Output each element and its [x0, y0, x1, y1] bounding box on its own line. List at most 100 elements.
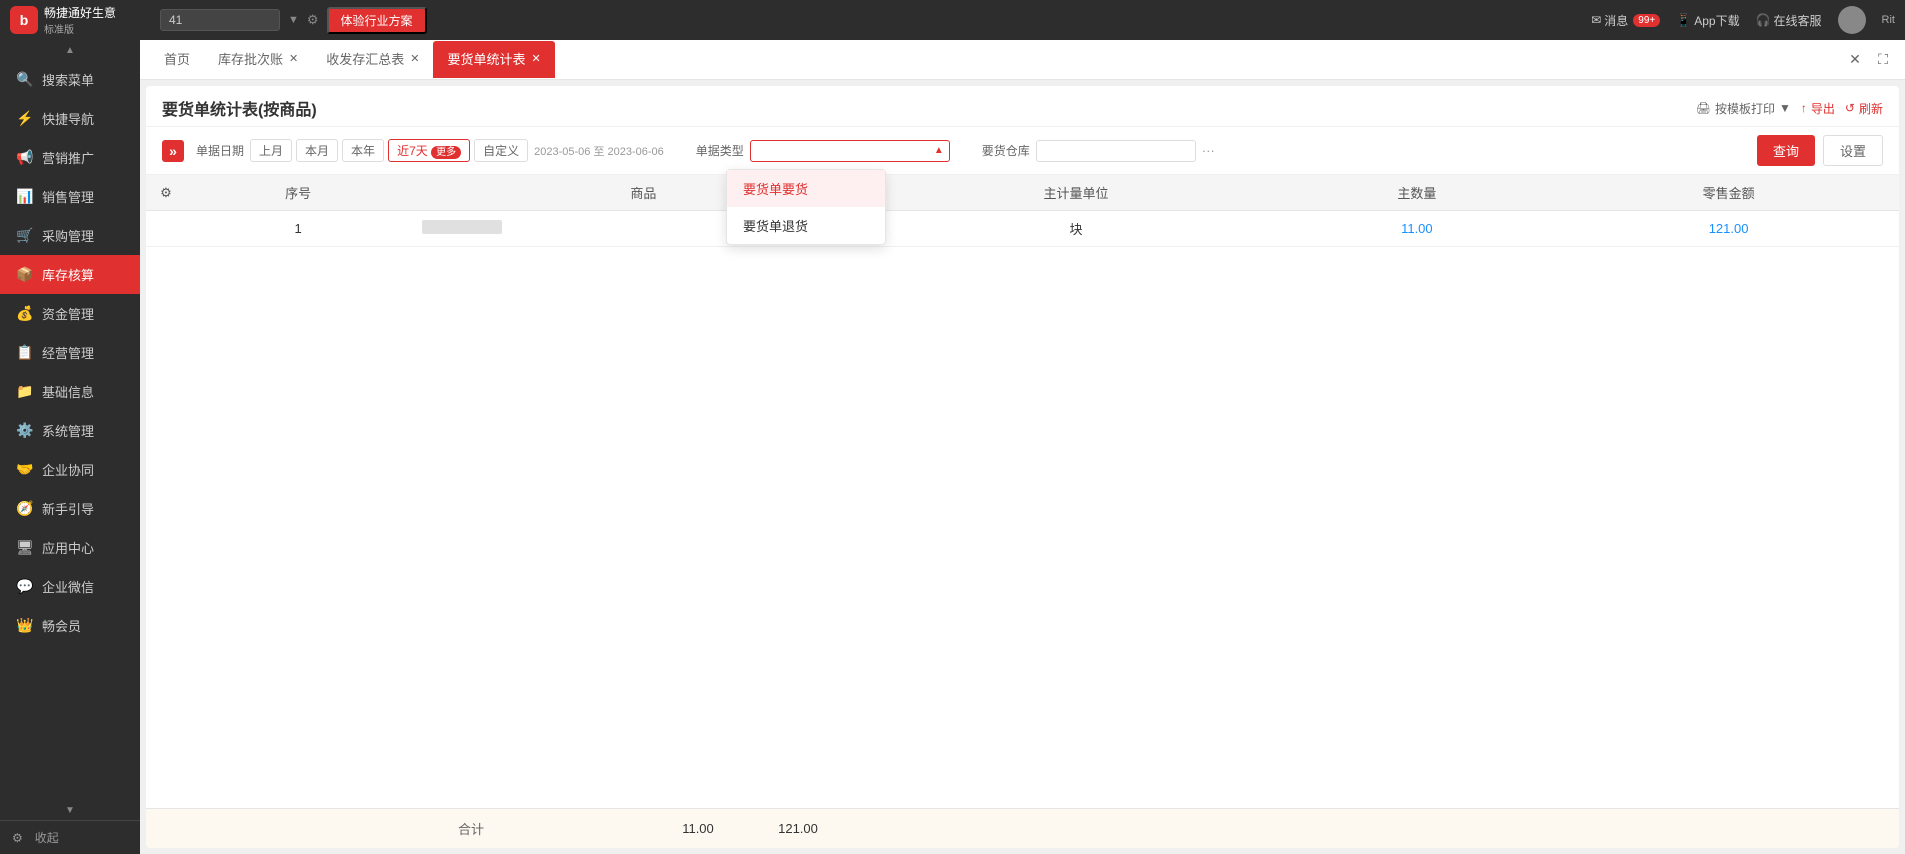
date-btn-this-year[interactable]: 本年 — [342, 139, 384, 162]
date-filter-group: 单据日期 上月 本月 本年 近7天 更多 自定义 2023-05-06 至 20… — [196, 139, 664, 162]
app-download-btn[interactable]: 📱 App下载 — [1676, 12, 1739, 29]
sidebar-item-guide[interactable]: 🧭 新手引导 — [0, 489, 140, 528]
app-logo: b 畅捷通好生意 标准版 — [10, 4, 150, 36]
filter-actions: 查询 设置 — [1757, 135, 1883, 166]
sidebar-item-wechat[interactable]: 💬 企业微信 — [0, 567, 140, 606]
sidebar-item-marketing[interactable]: 📢 营销推广 — [0, 138, 140, 177]
tab-close-receivable[interactable]: ✕ — [410, 52, 419, 65]
dropdown-item-order-return[interactable]: 要货单退货 — [727, 207, 885, 244]
trial-btn[interactable]: 体验行业方案 — [327, 7, 427, 34]
sidebar-scroll-down[interactable]: ▼ — [0, 800, 140, 820]
date-btn-last-month[interactable]: 上月 — [250, 139, 292, 162]
sidebar: ▲ 🔍 搜索菜单 ⚡ 快捷导航 📢 营销推广 📊 销售管理 🛒 采购管理 — [0, 40, 140, 854]
sidebar-item-quick-nav[interactable]: ⚡ 快捷导航 — [0, 99, 140, 138]
row-index-cell: 1 — [186, 211, 410, 247]
search-icon: 🔍 — [16, 71, 34, 89]
filter-settings-btn[interactable]: 设置 — [1823, 135, 1883, 166]
col-amount: 零售金额 — [1558, 175, 1899, 211]
app-subtitle: 标准版 — [44, 21, 116, 36]
sidebar-item-system-label: 系统管理 — [42, 421, 94, 440]
sidebar-item-purchase[interactable]: 🛒 采购管理 — [0, 216, 140, 255]
sidebar-item-vip[interactable]: 👑 畅会员 — [0, 606, 140, 645]
sidebar-item-basic-info-label: 基础信息 — [42, 382, 94, 401]
topbar-search-input[interactable] — [160, 9, 280, 31]
date-btn-custom[interactable]: 自定义 — [474, 139, 528, 162]
row-checkbox-cell — [146, 211, 186, 247]
sidebar-item-enterprise[interactable]: 🤝 企业协同 — [0, 450, 140, 489]
page-title: 要货单统计表(按商品) — [162, 96, 317, 120]
tabs-close-all-btn[interactable]: ✕ — [1843, 48, 1867, 72]
date-range-display: 2023-05-06 至 2023-06-06 — [534, 143, 664, 159]
topbar-center: ▼ ⚙ 体验行业方案 — [150, 7, 1591, 34]
sidebar-collapse-btn[interactable]: 收起 — [35, 829, 59, 846]
sidebar-item-operations[interactable]: 📋 经营管理 — [0, 333, 140, 372]
messages-btn[interactable]: ✉ 消息 99+ — [1591, 12, 1660, 29]
sidebar-item-marketing-label: 营销推广 — [42, 148, 94, 167]
row-amount-link[interactable]: 121.00 — [1709, 221, 1749, 236]
dropdown-item-order-goods[interactable]: 要货单要货 — [727, 170, 885, 207]
sidebar-item-finance[interactable]: 💰 资金管理 — [0, 294, 140, 333]
type-filter-group: 单据类型 ▲ — [696, 140, 950, 162]
type-filter-arrow[interactable]: ▲ — [934, 145, 944, 156]
enterprise-icon: 🤝 — [16, 461, 34, 479]
app-center-icon: 🖥 — [16, 539, 34, 557]
table-footer: 合计 11.00 121.00 — [146, 808, 1899, 848]
sidebar-item-wechat-label: 企业微信 — [42, 577, 94, 596]
sidebar-item-basic-info[interactable]: 📁 基础信息 — [0, 372, 140, 411]
sidebar-item-vip-label: 畅会员 — [42, 616, 81, 635]
tab-close-inventory-batch[interactable]: ✕ — [289, 52, 298, 65]
tab-receivable-summary[interactable]: 收发存汇总表 ✕ — [312, 41, 433, 78]
footer-label: 合计 — [438, 819, 638, 838]
sidebar-scroll-up[interactable]: ▲ — [0, 40, 140, 60]
footer-amount: 121.00 — [748, 821, 848, 836]
sidebar-item-app-center[interactable]: 🖥 应用中心 — [0, 528, 140, 567]
tabs-expand-btn[interactable]: ⛶ — [1871, 48, 1895, 72]
data-table: ⚙ 序号 商品 主计量单位 主数量 零售金额 1 — [146, 175, 1899, 247]
tab-close-order-summary[interactable]: ✕ — [532, 52, 541, 65]
print-dropdown-icon[interactable]: ▼ — [1779, 101, 1791, 115]
sidebar-bottom: ⚙ 收起 — [0, 820, 140, 854]
type-filter-input[interactable] — [750, 140, 950, 162]
main-layout: ▲ 🔍 搜索菜单 ⚡ 快捷导航 📢 营销推广 📊 销售管理 🛒 采购管理 — [0, 40, 1905, 854]
sidebar-item-inventory-label: 库存核算 — [42, 265, 94, 284]
warehouse-filter-input[interactable] — [1036, 140, 1196, 162]
sidebar-item-search[interactable]: 🔍 搜索菜单 — [0, 60, 140, 99]
filter-expand-btn[interactable]: » — [162, 140, 184, 162]
product-placeholder — [422, 220, 502, 234]
export-btn[interactable]: ↑ 导出 — [1801, 100, 1835, 117]
wechat-icon: 💬 — [16, 578, 34, 596]
sidebar-menu: 🔍 搜索菜单 ⚡ 快捷导航 📢 营销推广 📊 销售管理 🛒 采购管理 📦 — [0, 60, 140, 800]
tab-inventory-batch[interactable]: 库存批次账 ✕ — [204, 41, 312, 78]
refresh-btn[interactable]: ↺ 刷新 — [1845, 100, 1883, 117]
sidebar-item-system[interactable]: ⚙️ 系统管理 — [0, 411, 140, 450]
row-unit-cell: 块 — [877, 211, 1276, 247]
row-qty-link[interactable]: 11.00 — [1401, 221, 1433, 236]
query-btn[interactable]: 查询 — [1757, 135, 1815, 166]
tab-order-summary[interactable]: 要货单统计表 ✕ — [433, 41, 554, 78]
sidebar-item-inventory[interactable]: 📦 库存核算 — [0, 255, 140, 294]
finance-icon: 💰 — [16, 305, 34, 323]
sidebar-item-sales[interactable]: 📊 销售管理 — [0, 177, 140, 216]
print-btn[interactable]: 🖨 按模板打印 ▼ — [1696, 100, 1791, 117]
online-service-btn[interactable]: 🎧 在线客服 — [1756, 12, 1822, 29]
topbar-dropdown-arrow[interactable]: ▼ — [288, 14, 299, 26]
user-name: Rit — [1882, 14, 1895, 26]
topbar: b 畅捷通好生意 标准版 ▼ ⚙ 体验行业方案 ✉ 消息 99+ 📱 App下载… — [0, 0, 1905, 40]
tab-home[interactable]: 首页 — [150, 41, 204, 78]
inventory-icon: 📦 — [16, 266, 34, 284]
sidebar-settings-btn[interactable]: ⚙ — [12, 831, 23, 845]
user-avatar[interactable] — [1838, 6, 1866, 34]
guide-icon: 🧭 — [16, 500, 34, 518]
topbar-settings-icon[interactable]: ⚙ — [307, 12, 319, 28]
col-qty: 主数量 — [1276, 175, 1559, 211]
date-btn-this-month[interactable]: 本月 — [296, 139, 338, 162]
col-unit: 主计量单位 — [877, 175, 1276, 211]
page-actions: 🖨 按模板打印 ▼ ↑ 导出 ↺ 刷新 — [1696, 100, 1883, 117]
warehouse-filter-group: 要货仓库 ··· — [982, 140, 1215, 162]
col-settings[interactable]: ⚙ — [146, 175, 186, 211]
date-btn-7days[interactable]: 近7天 更多 — [388, 139, 470, 162]
warehouse-more-icon[interactable]: ··· — [1202, 143, 1215, 158]
vip-icon: 👑 — [16, 617, 34, 635]
message-icon: ✉ — [1591, 13, 1601, 27]
sales-icon: 📊 — [16, 188, 34, 206]
